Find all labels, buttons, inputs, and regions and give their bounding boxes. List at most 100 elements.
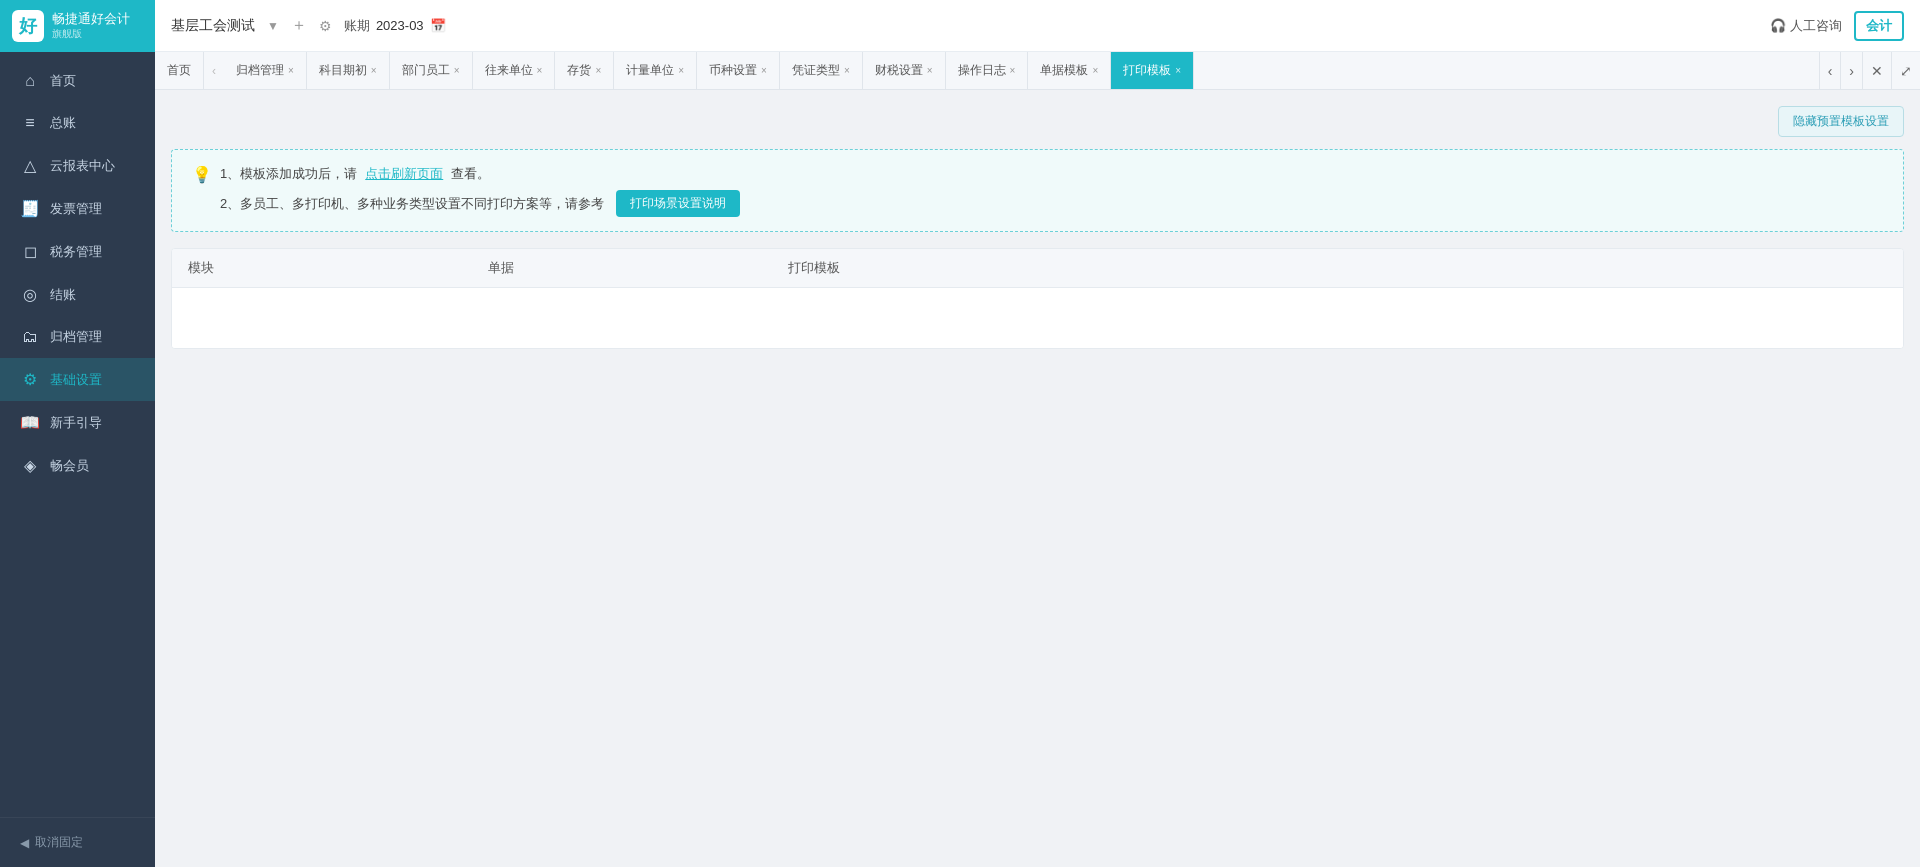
tab-operation-log-close[interactable]: × <box>1010 65 1016 76</box>
data-table: 模块 单据 打印模板 <box>171 248 1904 349</box>
logo-text-block: 畅捷通好会计 旗舰版 <box>52 11 130 42</box>
sidebar-item-checkout-label: 结账 <box>50 286 76 304</box>
tab-subject[interactable]: 科目期初 × <box>307 52 390 89</box>
settings-gear-icon[interactable]: ⚙ <box>319 18 332 34</box>
tab-archive-close[interactable]: × <box>288 65 294 76</box>
period-label: 账期 <box>344 17 370 35</box>
company-dropdown-icon[interactable]: ▼ <box>267 19 279 33</box>
tab-archive-label: 归档管理 <box>236 62 284 79</box>
archive-icon: 🗂 <box>20 328 40 346</box>
topbar: 基层工会测试 ▼ ＋ ⚙ 账期 2023-03 📅 🎧 人工咨询 会计 <box>155 0 1920 52</box>
sidebar-item-member[interactable]: ◈ 畅会员 <box>0 444 155 487</box>
sidebar-item-guide[interactable]: 📖 新手引导 <box>0 401 155 444</box>
print-scene-button[interactable]: 打印场景设置说明 <box>616 190 740 217</box>
sidebar-item-home-label: 首页 <box>50 72 76 90</box>
table-body <box>172 288 1903 348</box>
info-line1-prefix: 1、模板添加成功后，请 <box>220 165 357 183</box>
reports-icon: △ <box>20 156 40 175</box>
sidebar-item-home[interactable]: ⌂ 首页 <box>0 60 155 102</box>
tab-tax-settings[interactable]: 财税设置 × <box>863 52 946 89</box>
tab-home-label: 首页 <box>167 62 191 79</box>
tab-counterparty-close[interactable]: × <box>537 65 543 76</box>
nav-prev-icon[interactable]: ‹ <box>204 64 224 78</box>
sidebar-item-tax-label: 税务管理 <box>50 243 102 261</box>
tab-currency-close[interactable]: × <box>761 65 767 76</box>
kuaiji-label: 会计 <box>1866 18 1892 33</box>
kuaiji-button[interactable]: 会计 <box>1854 11 1904 41</box>
tab-print-template-close[interactable]: × <box>1175 65 1181 76</box>
info-row-2: 2、多员工、多打印机、多种业务类型设置不同打印方案等，请参考 打印场景设置说明 <box>192 190 1883 217</box>
guide-icon: 📖 <box>20 413 40 432</box>
home-icon: ⌂ <box>20 72 40 90</box>
tabs-bar: 首页 ‹ 归档管理 × 科目期初 × 部门员工 × 往来单位 × 存货 × 计量… <box>155 52 1920 90</box>
tab-unit-label: 计量单位 <box>626 62 674 79</box>
hide-template-button[interactable]: 隐藏预置模板设置 <box>1778 106 1904 137</box>
tab-inventory[interactable]: 存货 × <box>555 52 614 89</box>
sidebar-item-settings[interactable]: ⚙ 基础设置 <box>0 358 155 401</box>
tab-expand[interactable]: ⤢ <box>1891 52 1920 90</box>
settings-icon: ⚙ <box>20 370 40 389</box>
sidebar-item-archive[interactable]: 🗂 归档管理 <box>0 316 155 358</box>
member-icon: ◈ <box>20 456 40 475</box>
sidebar-item-ledger[interactable]: ≡ 总账 <box>0 102 155 144</box>
service-button[interactable]: 🎧 人工咨询 <box>1770 17 1842 35</box>
tab-counterparty-label: 往来单位 <box>485 62 533 79</box>
tab-counterparty[interactable]: 往来单位 × <box>473 52 556 89</box>
tab-voucher-type[interactable]: 凭证类型 × <box>780 52 863 89</box>
logo-icon: 好 <box>12 10 44 42</box>
tab-department-close[interactable]: × <box>454 65 460 76</box>
sidebar-item-checkout[interactable]: ◎ 结账 <box>0 273 155 316</box>
tab-tax-settings-close[interactable]: × <box>927 65 933 76</box>
sidebar-item-member-label: 畅会员 <box>50 457 89 475</box>
tab-receipt-template-close[interactable]: × <box>1092 65 1098 76</box>
sidebar-item-reports[interactable]: △ 云报表中心 <box>0 144 155 187</box>
tab-department-label: 部门员工 <box>402 62 450 79</box>
tab-receipt-template[interactable]: 单据模板 × <box>1028 52 1111 89</box>
tab-unit[interactable]: 计量单位 × <box>614 52 697 89</box>
tab-voucher-type-label: 凭证类型 <box>792 62 840 79</box>
tab-inventory-close[interactable]: × <box>595 65 601 76</box>
tab-scroll-right[interactable]: › <box>1840 52 1862 90</box>
sidebar-item-invoice[interactable]: 🧾 发票管理 <box>0 187 155 230</box>
checkout-icon: ◎ <box>20 285 40 304</box>
tab-inventory-label: 存货 <box>567 62 591 79</box>
refresh-page-link[interactable]: 点击刷新页面 <box>365 165 443 183</box>
content-area: 隐藏预置模板设置 💡 1、模板添加成功后，请 点击刷新页面 查看。 2、多员工、… <box>155 90 1920 867</box>
tab-receipt-template-label: 单据模板 <box>1040 62 1088 79</box>
period-info: 账期 2023-03 📅 <box>344 17 446 35</box>
sidebar-item-archive-label: 归档管理 <box>50 328 102 346</box>
unpin-label: 取消固定 <box>35 834 83 851</box>
tabs-controls: ‹ › ✕ ⤢ <box>1819 52 1920 90</box>
tab-operation-log[interactable]: 操作日志 × <box>946 52 1029 89</box>
tab-archive[interactable]: 归档管理 × <box>224 52 307 89</box>
tab-unit-close[interactable]: × <box>678 65 684 76</box>
tab-voucher-type-close[interactable]: × <box>844 65 850 76</box>
table-header: 模块 单据 打印模板 <box>172 249 1903 288</box>
sidebar-item-ledger-label: 总账 <box>50 114 76 132</box>
info-row-1: 💡 1、模板添加成功后，请 点击刷新页面 查看。 <box>192 164 1883 184</box>
tab-close-current[interactable]: ✕ <box>1862 52 1891 90</box>
ledger-icon: ≡ <box>20 114 40 132</box>
tab-department[interactable]: 部门员工 × <box>390 52 473 89</box>
col-receipt: 单据 <box>472 249 772 287</box>
tab-operation-log-label: 操作日志 <box>958 62 1006 79</box>
tab-subject-label: 科目期初 <box>319 62 367 79</box>
sidebar-item-reports-label: 云报表中心 <box>50 157 115 175</box>
tab-currency[interactable]: 币种设置 × <box>697 52 780 89</box>
sidebar-item-tax[interactable]: ◻ 税务管理 <box>0 230 155 273</box>
calendar-icon[interactable]: 📅 <box>430 18 446 33</box>
tab-print-template[interactable]: 打印模板 × <box>1111 52 1194 89</box>
invoice-icon: 🧾 <box>20 199 40 218</box>
bulb-icon: 💡 <box>192 165 212 184</box>
sidebar-footer[interactable]: ◀ 取消固定 <box>0 817 155 867</box>
sidebar-item-invoice-label: 发票管理 <box>50 200 102 218</box>
unpin-icon: ◀ <box>20 836 29 850</box>
col-print-template: 打印模板 <box>772 249 1903 287</box>
add-tab-button[interactable]: ＋ <box>291 15 307 36</box>
hide-template-section: 隐藏预置模板设置 <box>171 106 1904 137</box>
topbar-right: 🎧 人工咨询 会计 <box>1770 11 1904 41</box>
tab-scroll-left[interactable]: ‹ <box>1819 52 1841 90</box>
tab-home[interactable]: 首页 <box>155 52 204 89</box>
sidebar-item-guide-label: 新手引导 <box>50 414 102 432</box>
tab-subject-close[interactable]: × <box>371 65 377 76</box>
